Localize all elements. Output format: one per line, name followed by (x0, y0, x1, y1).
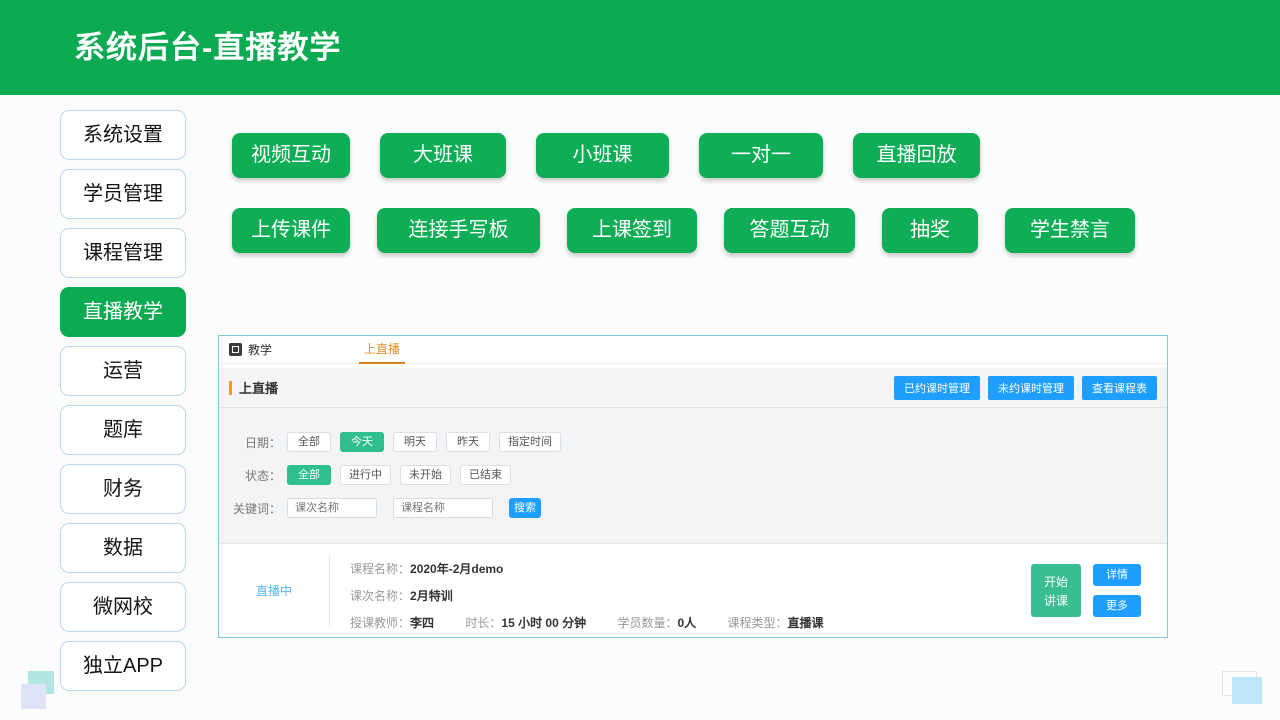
course-meta-line: 授课教师：李四 时长：15 小时 00 分钟 学员数量：0人 课程类型：直播课 (350, 610, 852, 637)
filter-row-status: 状态： 全部 进行中 未开始 已结束 (249, 465, 1167, 485)
status-filter-all[interactable]: 全部 (287, 465, 331, 485)
feature-one-on-one-button[interactable]: 一对一 (699, 133, 823, 178)
date-filter-all[interactable]: 全部 (287, 432, 331, 452)
feature-class-signin-button[interactable]: 上课签到 (567, 208, 697, 253)
status-filter-in-progress[interactable]: 进行中 (340, 465, 391, 485)
course-actions: 开始讲课 详情 更多 (1031, 544, 1141, 637)
course-status-badge: 直播中 (219, 544, 329, 637)
duration-value: 15 小时 00 分钟 (501, 616, 586, 630)
course-type-group: 课程类型：直播课 (727, 616, 823, 630)
feature-button-grid: 视频互动 大班课 小班课 一对一 直播回放 上传课件 连接手写板 上课签到 答题… (232, 133, 1135, 253)
sidebar: 系统设置 学员管理 课程管理 直播教学 运营 题库 财务 数据 微网校 独立AP… (60, 110, 186, 691)
teacher-value: 李四 (410, 616, 434, 630)
filter-section: 日期： 全部 今天 明天 昨天 指定时间 状态： 全部 进行中 未开始 已结束 … (219, 408, 1167, 518)
sidebar-item-system-settings[interactable]: 系统设置 (60, 110, 186, 160)
sidebar-item-finance[interactable]: 财务 (60, 464, 186, 514)
status-filter-label: 状态： (233, 467, 281, 484)
course-type-label: 课程类型： (727, 616, 787, 630)
feature-row-1: 视频互动 大班课 小班课 一对一 直播回放 (232, 133, 1135, 178)
teaching-app-icon (229, 343, 242, 356)
course-name-line: 课程名称：2020年-2月demo (350, 556, 852, 583)
unbooked-lessons-button[interactable]: 未约课时管理 (988, 376, 1074, 400)
feature-live-replay-button[interactable]: 直播回放 (853, 133, 980, 178)
student-count-value: 0人 (677, 616, 696, 630)
lesson-name-input[interactable] (287, 498, 377, 518)
feature-quiz-interaction-button[interactable]: 答题互动 (724, 208, 855, 253)
panel-tab-bar: 教学 上直播 (219, 336, 1167, 364)
sidebar-item-micro-school[interactable]: 微网校 (60, 582, 186, 632)
lesson-name-label: 课次名称： (350, 589, 410, 603)
feature-small-class-button[interactable]: 小班课 (536, 133, 669, 178)
date-filter-custom[interactable]: 指定时间 (499, 432, 561, 452)
booked-lessons-button[interactable]: 已约课时管理 (894, 376, 980, 400)
course-list-row: 直播中 课程名称：2020年-2月demo 课次名称：2月特训 授课教师：李四 … (219, 543, 1167, 637)
filter-row-keyword: 关键词： 搜索 (249, 498, 1167, 518)
duration-group: 时长：15 小时 00 分钟 (465, 616, 586, 630)
teacher-group: 授课教师：李四 (350, 616, 434, 630)
search-button[interactable]: 搜索 (509, 498, 541, 518)
sidebar-item-data[interactable]: 数据 (60, 523, 186, 573)
date-filter-tomorrow[interactable]: 明天 (393, 432, 437, 452)
panel-toolbar: 已约课时管理 未约课时管理 查看课程表 (894, 376, 1157, 400)
feature-mute-students-button[interactable]: 学生禁言 (1005, 208, 1135, 253)
decor-square-blue (1232, 677, 1262, 704)
filter-row-date: 日期： 全部 今天 明天 昨天 指定时间 (249, 432, 1167, 452)
teacher-label: 授课教师： (350, 616, 410, 630)
date-filter-label: 日期： (233, 434, 281, 451)
feature-row-2: 上传课件 连接手写板 上课签到 答题互动 抽奖 学生禁言 (232, 208, 1135, 253)
secondary-actions: 详情 更多 (1093, 564, 1141, 637)
status-filter-ended[interactable]: 已结束 (460, 465, 511, 485)
feature-video-interaction-button[interactable]: 视频互动 (232, 133, 350, 178)
course-details: 课程名称：2020年-2月demo 课次名称：2月特训 授课教师：李四 时长：1… (330, 544, 852, 637)
status-filter-not-started[interactable]: 未开始 (400, 465, 451, 485)
feature-large-class-button[interactable]: 大班课 (380, 133, 506, 178)
view-timetable-button[interactable]: 查看课程表 (1082, 376, 1157, 400)
feature-upload-courseware-button[interactable]: 上传课件 (232, 208, 350, 253)
sidebar-item-operations[interactable]: 运营 (60, 346, 186, 396)
decor-square-lavender (21, 684, 46, 709)
feature-lottery-button[interactable]: 抽奖 (882, 208, 978, 253)
sidebar-item-live-teaching[interactable]: 直播教学 (60, 287, 186, 337)
page-header: 系统后台-直播教学 (0, 0, 1280, 95)
more-button[interactable]: 更多 (1093, 595, 1141, 617)
course-name-label: 课程名称： (350, 562, 410, 576)
detail-button[interactable]: 详情 (1093, 564, 1141, 586)
tab-go-live[interactable]: 上直播 (359, 336, 405, 364)
sidebar-item-course-management[interactable]: 课程管理 (60, 228, 186, 278)
student-count-group: 学员数量：0人 (617, 616, 696, 630)
live-admin-panel: 教学 上直播 上直播 已约课时管理 未约课时管理 查看课程表 日期： 全部 今天… (218, 335, 1168, 638)
section-header: 上直播 已约课时管理 未约课时管理 查看课程表 (219, 368, 1167, 408)
course-name-input[interactable] (393, 498, 493, 518)
sidebar-item-standalone-app[interactable]: 独立APP (60, 641, 186, 691)
date-filter-yesterday[interactable]: 昨天 (446, 432, 490, 452)
section-title: 上直播 (239, 378, 278, 397)
sidebar-item-question-bank[interactable]: 题库 (60, 405, 186, 455)
duration-label: 时长： (465, 616, 501, 630)
start-teaching-button[interactable]: 开始讲课 (1031, 564, 1081, 617)
student-count-label: 学员数量： (617, 616, 677, 630)
feature-connect-tablet-button[interactable]: 连接手写板 (377, 208, 540, 253)
section-accent-bar (229, 381, 232, 395)
sidebar-item-student-management[interactable]: 学员管理 (60, 169, 186, 219)
lesson-name-line: 课次名称：2月特训 (350, 583, 852, 610)
date-filter-today[interactable]: 今天 (340, 432, 384, 452)
keyword-filter-label: 关键词： (233, 500, 281, 517)
course-name-value: 2020年-2月demo (410, 562, 503, 576)
app-label: 教学 (248, 341, 272, 358)
course-type-value: 直播课 (788, 616, 824, 630)
page-title: 系统后台-直播教学 (0, 0, 1280, 95)
lesson-name-value: 2月特训 (410, 589, 453, 603)
panel-content: 上直播 已约课时管理 未约课时管理 查看课程表 日期： 全部 今天 明天 昨天 … (219, 364, 1167, 543)
